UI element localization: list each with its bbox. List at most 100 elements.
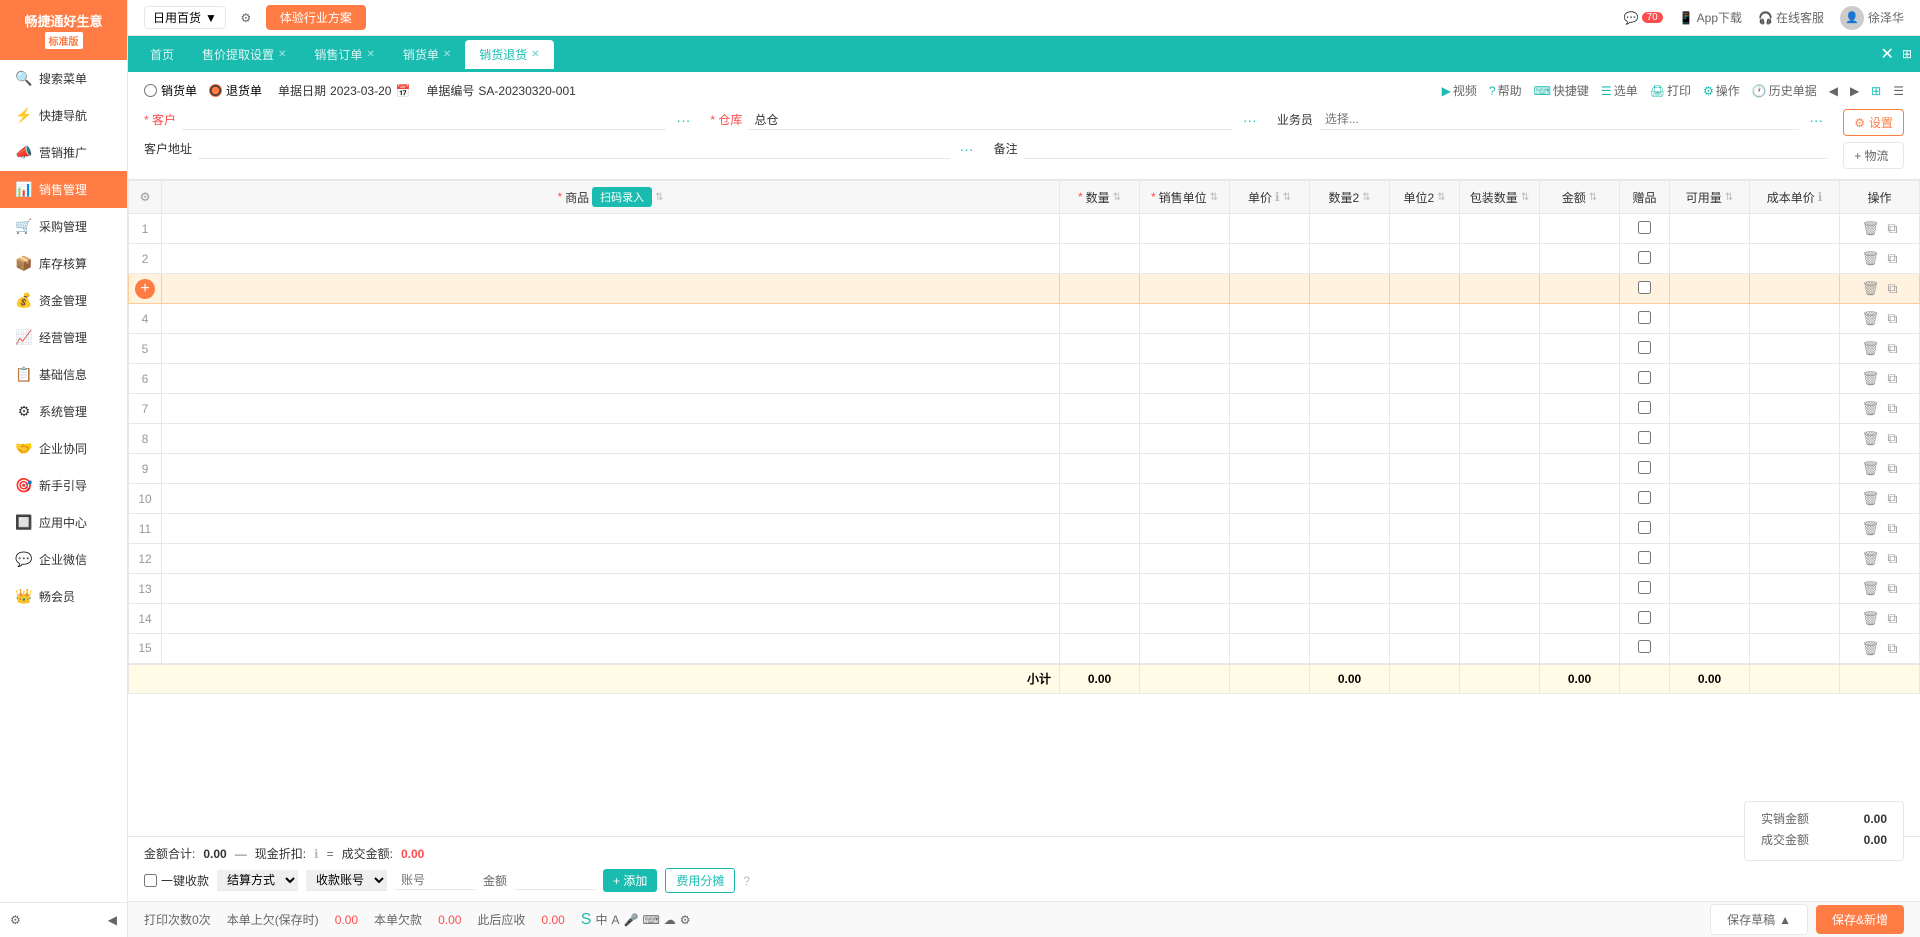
fee-info-icon[interactable]: ? xyxy=(743,874,750,888)
product-sort-icon[interactable]: ⇅ xyxy=(655,192,663,203)
mic-icon[interactable]: 🎤 xyxy=(624,913,639,927)
row-qty2-3[interactable] xyxy=(1310,274,1390,304)
next-record-btn[interactable]: ▶ xyxy=(1850,84,1859,98)
row-amount-1[interactable] xyxy=(1540,214,1620,244)
row-unit2-2[interactable] xyxy=(1390,244,1460,274)
radio-return[interactable]: 退货单 xyxy=(209,82,262,99)
customer-input[interactable] xyxy=(182,109,666,130)
row-pack-1[interactable] xyxy=(1460,214,1540,244)
copy-icon[interactable]: ⧉ xyxy=(1887,310,1897,327)
row-unit2-3[interactable] xyxy=(1390,274,1460,304)
row-cost-1[interactable] xyxy=(1750,214,1840,244)
delete-icon[interactable]: 🗑 xyxy=(1862,610,1880,627)
row-available-1[interactable] xyxy=(1670,214,1750,244)
sidebar-item-basics[interactable]: 📋 基础信息 xyxy=(0,356,127,393)
toolbar-shortcut[interactable]: ⌨ 快捷键 xyxy=(1534,82,1589,99)
copy-icon-2[interactable]: ⧉ xyxy=(1887,250,1897,267)
app-download-btn[interactable]: 📱 App下载 xyxy=(1679,9,1742,26)
copy-icon[interactable]: ⧉ xyxy=(1887,610,1897,627)
sidebar-item-system[interactable]: ⚙ 系统管理 xyxy=(0,393,127,430)
address-input[interactable] xyxy=(198,138,950,159)
row-cost-3[interactable] xyxy=(1750,274,1840,304)
delete-icon-1[interactable]: 🗑 xyxy=(1862,220,1880,237)
row-gift-3[interactable] xyxy=(1620,274,1670,304)
message-btn[interactable]: 💬 70 xyxy=(1624,11,1663,25)
sidebar-item-marketing[interactable]: 📣 营销推广 xyxy=(0,134,127,171)
row-qty-3[interactable] xyxy=(1060,274,1140,304)
delete-icon-3[interactable]: 🗑 xyxy=(1862,280,1880,297)
copy-icon[interactable]: ⧉ xyxy=(1887,550,1897,567)
amount-input[interactable] xyxy=(515,871,595,890)
tab-sales-close[interactable]: ✕ xyxy=(443,49,451,60)
save-new-btn[interactable]: 保存&新增 xyxy=(1816,905,1904,934)
input-icon1[interactable]: 中 xyxy=(595,911,607,928)
row-amount-2[interactable] xyxy=(1540,244,1620,274)
settings-action-btn[interactable]: ⚙ 设置 xyxy=(1843,109,1904,136)
row-qty-1[interactable] xyxy=(1060,214,1140,244)
cloud-icon[interactable]: ☁ xyxy=(664,913,676,927)
copy-icon[interactable]: ⧉ xyxy=(1887,580,1897,597)
list-view-btn[interactable]: ☰ xyxy=(1893,84,1904,98)
delete-icon-2[interactable]: 🗑 xyxy=(1862,250,1880,267)
settings-input-icon[interactable]: ⚙ xyxy=(680,913,691,927)
row-qty-2[interactable] xyxy=(1060,244,1140,274)
row-qty2-2[interactable] xyxy=(1310,244,1390,274)
row-product-2[interactable] xyxy=(162,244,1060,274)
user-info[interactable]: 👤 徐泽华 xyxy=(1840,6,1904,30)
delete-icon[interactable]: 🗑 xyxy=(1862,580,1880,597)
radio-sale-input[interactable] xyxy=(144,84,157,97)
sidebar-item-wechat[interactable]: 💬 企业微信 xyxy=(0,541,127,578)
experience-btn[interactable]: 体验行业方案 xyxy=(266,5,366,30)
salesperson-dots-btn[interactable]: ··· xyxy=(1805,112,1827,128)
tab-price-extract[interactable]: 售价提取设置 ✕ xyxy=(188,40,300,69)
logistics-action-btn[interactable]: + 物流 xyxy=(1843,142,1904,169)
tab-price-extract-close[interactable]: ✕ xyxy=(278,49,286,60)
remark-input[interactable] xyxy=(1024,138,1828,159)
tab-sales-return[interactable]: 销货退货 ✕ xyxy=(465,40,553,69)
equals-icon[interactable]: = xyxy=(327,847,334,861)
add-btn[interactable]: + 添加 xyxy=(603,869,657,892)
sidebar-item-operations[interactable]: 📈 经营管理 xyxy=(0,319,127,356)
row-cost-2[interactable] xyxy=(1750,244,1840,274)
row-price-2[interactable] xyxy=(1230,244,1310,274)
tab-sales[interactable]: 销货单 ✕ xyxy=(389,40,465,69)
sidebar-item-enterprise[interactable]: 🤝 企业协同 xyxy=(0,430,127,467)
row-pack-2[interactable] xyxy=(1460,244,1540,274)
calendar-icon[interactable]: 📅 xyxy=(395,84,410,98)
online-service-btn[interactable]: 🎧 在线客服 xyxy=(1758,9,1824,26)
product-input-3[interactable] xyxy=(168,282,1053,296)
copy-icon-1[interactable]: ⧉ xyxy=(1887,220,1897,237)
tab-sales-order[interactable]: 销售订单 ✕ xyxy=(300,40,388,69)
row-price-3[interactable] xyxy=(1230,274,1310,304)
input-icon2[interactable]: A xyxy=(611,913,619,927)
unit2-sort-icon[interactable]: ⇅ xyxy=(1437,192,1445,203)
pack-sort-icon[interactable]: ⇅ xyxy=(1521,192,1529,203)
warehouse-input[interactable] xyxy=(748,109,1232,130)
account-no-input[interactable] xyxy=(395,871,475,890)
radio-sale[interactable]: 销货单 xyxy=(144,82,197,99)
add-row-btn[interactable]: + xyxy=(135,279,155,299)
delete-icon[interactable]: 🗑 xyxy=(1862,430,1880,447)
close-all-icon[interactable]: ✕ xyxy=(1881,44,1894,64)
row-product-1[interactable] xyxy=(162,214,1060,244)
prev-record-btn[interactable]: ◀ xyxy=(1829,84,1838,98)
row-qty2-1[interactable] xyxy=(1310,214,1390,244)
cost-info-icon[interactable]: ℹ xyxy=(1818,190,1823,204)
delete-icon[interactable]: 🗑 xyxy=(1862,640,1880,657)
delete-icon[interactable]: 🗑 xyxy=(1862,400,1880,417)
copy-icon[interactable]: ⧉ xyxy=(1887,400,1897,417)
row-amount-3[interactable] xyxy=(1540,274,1620,304)
copy-icon[interactable]: ⧉ xyxy=(1887,340,1897,357)
delete-icon[interactable]: 🗑 xyxy=(1862,310,1880,327)
toolbar-select[interactable]: ☰ 选单 xyxy=(1601,82,1638,99)
topbar-settings-btn[interactable]: ⚙ xyxy=(234,6,258,30)
copy-icon[interactable]: ⧉ xyxy=(1887,430,1897,447)
price-sort-icon[interactable]: ⇅ xyxy=(1283,192,1291,203)
daily-goods-select[interactable]: 日用百货 ▼ xyxy=(144,6,226,29)
collapse-icon[interactable]: ◀ xyxy=(108,913,117,927)
save-draft-btn[interactable]: 保存草稿 ▲ xyxy=(1710,904,1808,935)
available-sort-icon[interactable]: ⇅ xyxy=(1725,192,1733,203)
row-price-1[interactable] xyxy=(1230,214,1310,244)
row-product-3[interactable] xyxy=(162,274,1060,304)
sidebar-item-shortcuts[interactable]: ⚡ 快捷导航 xyxy=(0,97,127,134)
